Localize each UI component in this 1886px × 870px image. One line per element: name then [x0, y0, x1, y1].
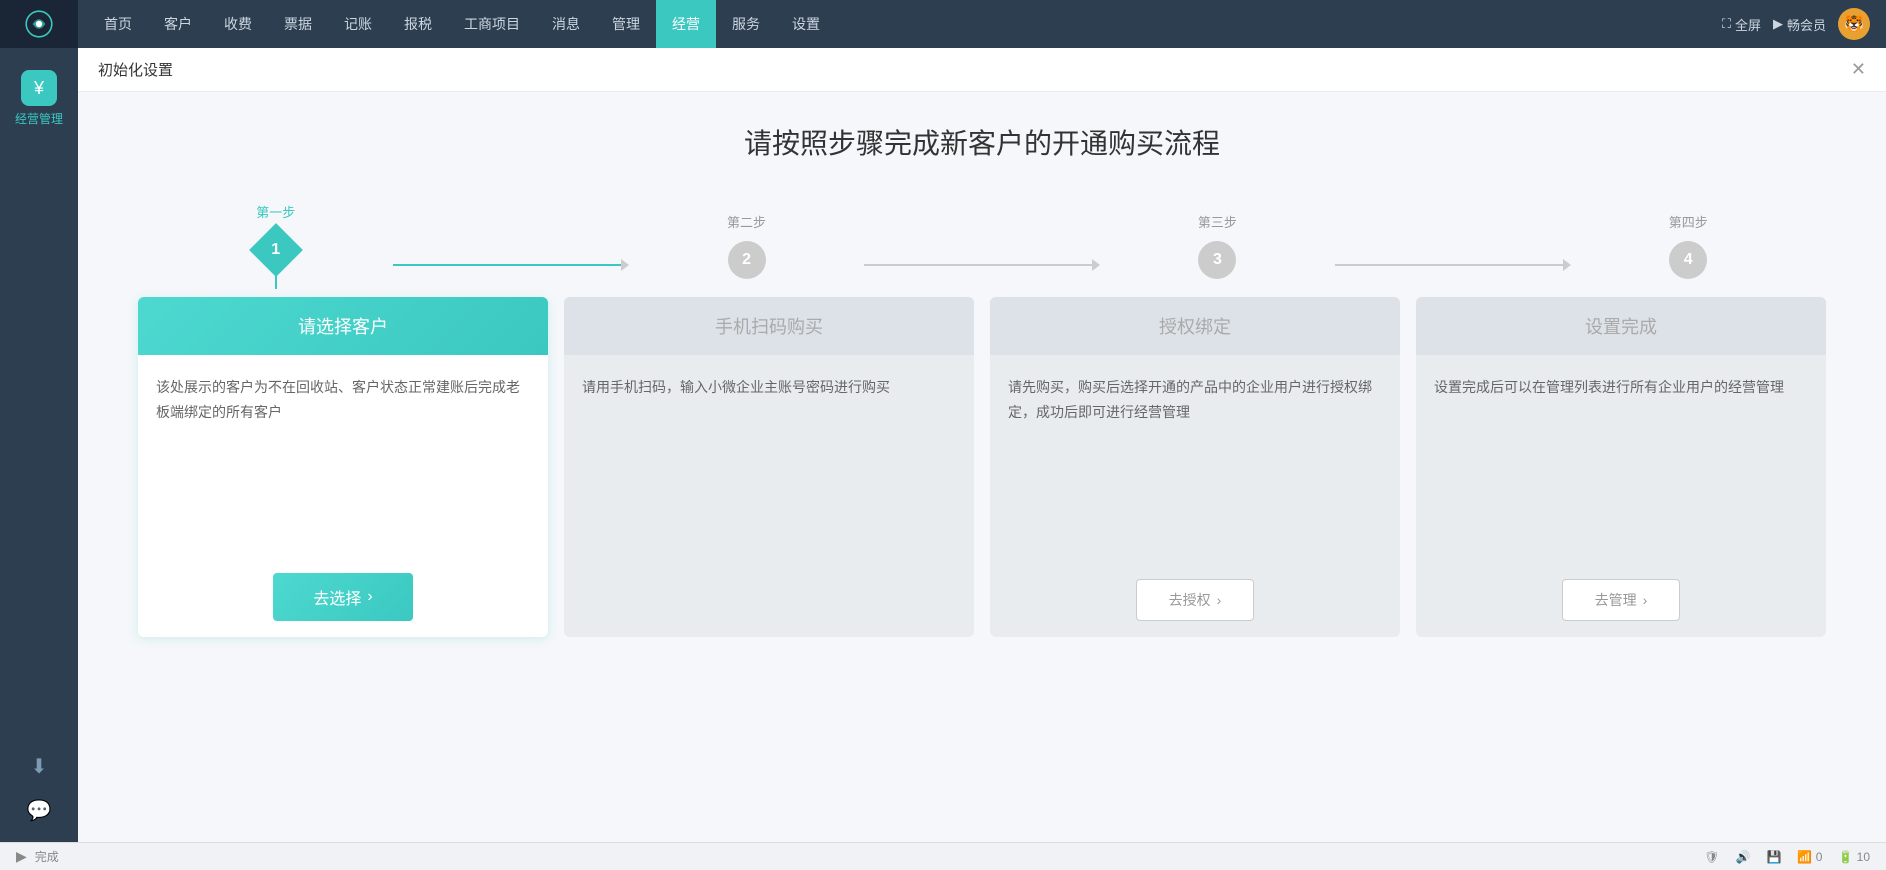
nav-home[interactable]: 首页 — [88, 0, 148, 48]
operation-icon: ¥ — [21, 70, 57, 106]
step-col-3: 第三步 3 — [1100, 212, 1335, 279]
nav-service[interactable]: 服务 — [716, 0, 776, 48]
nav-right-area: ⛶ 全屏 ▶ 畅会员 🐯 — [1722, 8, 1886, 40]
connector-2-3 — [864, 259, 1099, 271]
connector-3-4 — [1335, 259, 1570, 271]
go-select-button[interactable]: 去选择 › — [273, 573, 412, 621]
step-col-2: 第二步 2 — [629, 212, 864, 279]
page-title: 初始化设置 — [98, 59, 173, 80]
card3-header: 授权绑定 — [990, 297, 1400, 355]
go-authorize-button[interactable]: 去授权 › — [1136, 579, 1255, 621]
sidebar-item-operation[interactable]: ¥ 经营管理 — [0, 58, 78, 139]
arrow-icon: › — [367, 588, 372, 606]
wizard-heading: 请按照步骤完成新客户的开通购买流程 — [138, 122, 1826, 162]
card2-body: 请用手机扫码，输入小微企业主账号密码进行购买 — [564, 355, 974, 605]
wizard-body: 请按照步骤完成新客户的开通购买流程 第一步 1 — [78, 92, 1886, 842]
shield-icon: 🛡 — [1704, 850, 1719, 864]
status-bar-right: 🛡 🔊 💾 📶 0 🔋 10 — [1704, 850, 1870, 864]
content-header: 初始化设置 ✕ — [78, 48, 1886, 92]
card-step3: 授权绑定 请先购买，购买后选择开通的产品中的企业用户进行授权绑定，成功后即可进行… — [990, 297, 1400, 637]
card2-footer — [564, 605, 974, 637]
fullscreen-button[interactable]: ⛶ 全屏 — [1722, 15, 1761, 34]
content-area: 初始化设置 ✕ 请按照步骤完成新客户的开通购买流程 第一步 1 — [78, 48, 1886, 842]
app-logo[interactable] — [0, 0, 78, 48]
card-step2: 手机扫码购买 请用手机扫码，输入小微企业主账号密码进行购买 — [564, 297, 974, 637]
nav-operation[interactable]: 经营 — [656, 0, 716, 48]
card-step1: 请选择客户 该处展示的客户为不在回收站、客户状态正常建账后完成老板端绑定的所有客… — [138, 297, 548, 637]
step2-label: 第二步 — [727, 212, 766, 231]
steps-row: 第一步 1 第二步 2 — [138, 202, 1826, 289]
card4-footer: 去管理 › — [1416, 563, 1826, 637]
step2-circle: 2 — [728, 241, 766, 279]
card4-header: 设置完成 — [1416, 297, 1826, 355]
card1-body: 该处展示的客户为不在回收站、客户状态正常建账后完成老板端绑定的所有客户 — [138, 355, 548, 557]
sidebar-bottom: ⬇ 💬 — [19, 746, 59, 842]
nav-items: 首页 客户 收费 票据 记账 报税 工商项目 消息 管理 经营 服务 设置 — [78, 0, 1722, 48]
step1-label: 第一步 — [256, 202, 295, 221]
avatar[interactable]: 🐯 — [1838, 8, 1870, 40]
nav-customer[interactable]: 客户 — [148, 0, 208, 48]
nav-tax[interactable]: 报税 — [388, 0, 448, 48]
step-col-4: 第四步 4 — [1571, 212, 1806, 279]
member-icon: ▶ — [1773, 16, 1783, 32]
member-button[interactable]: ▶ 畅会员 — [1773, 15, 1826, 34]
connector-1-2 — [393, 259, 628, 271]
arrow-icon-4: › — [1643, 592, 1648, 608]
step4-circle: 4 — [1669, 241, 1707, 279]
fullscreen-icon: ⛶ — [1722, 16, 1731, 32]
nav-accounting[interactable]: 记账 — [328, 0, 388, 48]
support-button[interactable]: 💬 — [19, 790, 59, 830]
status-text: 完成 — [35, 848, 59, 865]
volume-icon: 🔊 — [1736, 850, 1751, 864]
status-bar: ▶ 完成 🛡 🔊 💾 📶 0 🔋 10 — [0, 842, 1886, 870]
step-col-1: 第一步 1 — [158, 202, 393, 289]
save-icon: 💾 — [1766, 850, 1781, 864]
close-button[interactable]: ✕ — [1851, 59, 1866, 80]
step4-label: 第四步 — [1669, 212, 1708, 231]
nav-biz-project[interactable]: 工商项目 — [448, 0, 536, 48]
nav-fee[interactable]: 收费 — [208, 0, 268, 48]
download-button[interactable]: ⬇ — [19, 746, 59, 786]
card1-header: 请选择客户 — [138, 297, 548, 355]
status-bar-left: ▶ 完成 — [16, 848, 59, 865]
card2-header: 手机扫码购买 — [564, 297, 974, 355]
top-navigation: 首页 客户 收费 票据 记账 报税 工商项目 消息 管理 经营 服务 设置 ⛶ … — [0, 0, 1886, 48]
network-icon: 📶 0 — [1797, 850, 1822, 864]
play-icon: ▶ — [16, 848, 27, 865]
go-manage-button[interactable]: 去管理 › — [1562, 579, 1681, 621]
card3-footer: 去授权 › — [990, 563, 1400, 637]
battery-icon: 🔋 10 — [1838, 850, 1870, 864]
step3-label: 第三步 — [1198, 212, 1237, 231]
card3-body: 请先购买，购买后选择开通的产品中的企业用户进行授权绑定，成功后即可进行经营管理 — [990, 355, 1400, 563]
nav-manage[interactable]: 管理 — [596, 0, 656, 48]
sidebar: ¥ 经营管理 ⬇ 💬 — [0, 48, 78, 842]
nav-settings[interactable]: 设置 — [776, 0, 836, 48]
nav-message[interactable]: 消息 — [536, 0, 596, 48]
cards-row: 请选择客户 该处展示的客户为不在回收站、客户状态正常建账后完成老板端绑定的所有客… — [138, 297, 1826, 637]
card1-footer: 去选择 › — [138, 557, 548, 637]
card4-body: 设置完成后可以在管理列表进行所有企业用户的经营管理 — [1416, 355, 1826, 563]
main-layout: ¥ 经营管理 ⬇ 💬 初始化设置 ✕ 请按照步骤完成新客户的开通购买流程 第一步 — [0, 48, 1886, 842]
card-step4: 设置完成 设置完成后可以在管理列表进行所有企业用户的经营管理 去管理 › — [1416, 297, 1826, 637]
step3-circle: 3 — [1198, 241, 1236, 279]
arrow-icon-3: › — [1217, 592, 1222, 608]
step1-number: 1 — [271, 241, 280, 259]
nav-invoice[interactable]: 票据 — [268, 0, 328, 48]
